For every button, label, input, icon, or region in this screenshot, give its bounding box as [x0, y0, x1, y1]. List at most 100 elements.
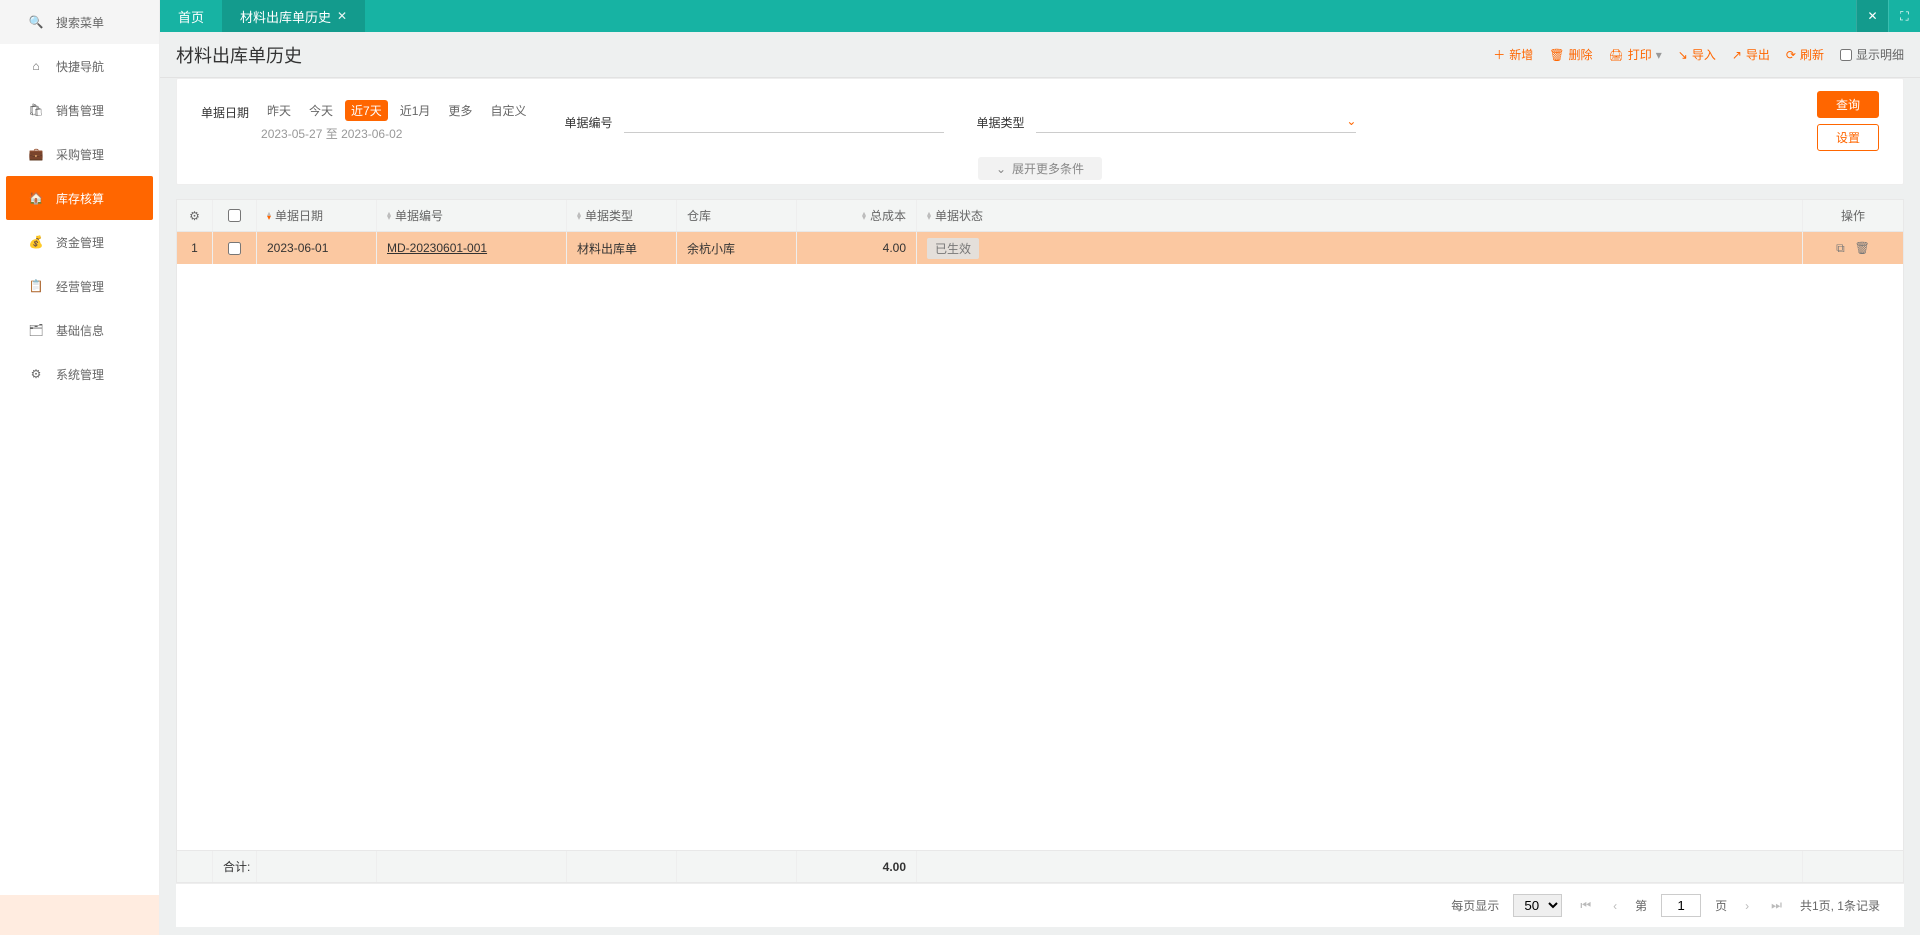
date-tag[interactable]: 近1月 — [394, 100, 437, 121]
date-tag[interactable]: 近7天 — [345, 100, 388, 121]
show-detail-checkbox[interactable] — [1840, 49, 1852, 61]
filter-no-group: 单据编号 — [564, 110, 944, 133]
cell-type: 材料出库单 — [567, 232, 677, 264]
search-icon: 🔍 — [28, 14, 44, 30]
col-date[interactable]: ▴▾单据日期 — [257, 200, 377, 231]
main-area: 首页 材料出库单历史✕ ✕ ⛶ 材料出库单历史 ＋新增 🗑删除 🖨打印▾ ↘导入… — [160, 0, 1920, 935]
pager-summary: 共1页, 1条记录 — [1800, 897, 1880, 914]
th-label: 单据编号 — [395, 207, 443, 224]
col-settings[interactable]: ⚙ — [177, 200, 213, 231]
next-page-button[interactable]: › — [1741, 899, 1753, 913]
sidebar-item-label: 基础信息 — [56, 322, 104, 339]
row-index: 1 — [177, 232, 213, 264]
sidebar-item-search[interactable]: 🔍搜索菜单 — [0, 0, 159, 44]
export-icon: ↗ — [1732, 48, 1742, 62]
copy-icon[interactable]: ⧉ — [1836, 241, 1845, 256]
page-input[interactable] — [1661, 894, 1701, 917]
doc-no-input[interactable] — [624, 110, 944, 133]
sidebar-footer — [0, 895, 159, 935]
cell-doc-no[interactable]: MD-20230601-001 — [377, 232, 567, 264]
tool-label: 新增 — [1509, 46, 1533, 63]
tool-label: 显示明细 — [1856, 46, 1904, 63]
show-detail-toggle[interactable]: 显示明细 — [1840, 46, 1904, 63]
sidebar-item-bag[interactable]: 🛍销售管理 — [0, 88, 159, 132]
filter-label: 单据编号 — [564, 110, 612, 131]
close-icon[interactable]: ✕ — [337, 9, 347, 23]
cell-warehouse: 余杭小库 — [677, 232, 797, 264]
import-icon: ↘ — [1678, 48, 1688, 62]
sidebar-item-gear[interactable]: ⚙系统管理 — [0, 352, 159, 396]
date-tag[interactable]: 更多 — [442, 100, 478, 121]
settings-button[interactable]: 设置 — [1817, 124, 1879, 151]
table-footer: 合计: 4.00 — [177, 850, 1903, 882]
select-all-checkbox[interactable] — [228, 209, 241, 222]
tool-label: 刷新 — [1800, 46, 1824, 63]
print-button[interactable]: 🖨打印▾ — [1608, 46, 1661, 63]
tool-label: 导入 — [1692, 46, 1716, 63]
tab-label: 材料出库单历史 — [240, 7, 331, 26]
sidebar-item-card[interactable]: 🗂 基础信息 — [0, 308, 159, 352]
col-cost[interactable]: ▴▾ 总成本 — [797, 200, 917, 231]
th-label: 仓库 — [687, 207, 711, 224]
filter-label: 单据日期 — [201, 100, 249, 121]
tab-close-button[interactable]: ✕ — [1856, 0, 1888, 32]
table-row[interactable]: 1 2023-06-01 MD-20230601-001 材料出库单 余杭小库 … — [177, 232, 1903, 264]
doc-type-select[interactable]: ⌄ — [1036, 110, 1356, 133]
tool-label: 打印 — [1628, 46, 1652, 63]
th-label: 总成本 — [870, 207, 906, 224]
sort-icon: ▴▾ — [862, 212, 866, 220]
search-button[interactable]: 查询 — [1817, 91, 1879, 118]
home-icon: ⌂ — [28, 58, 44, 74]
date-tag[interactable]: 今天 — [303, 100, 339, 121]
delete-icon[interactable]: 🗑 — [1855, 241, 1870, 256]
tab-material-history[interactable]: 材料出库单历史 ✕ — [222, 0, 365, 32]
export-button[interactable]: ↗ 导出 — [1732, 46, 1770, 63]
tab-label: 首页 — [178, 7, 204, 26]
filter-type-group: 单据类型 ⌄ — [976, 110, 1356, 133]
sidebar-item-coin[interactable]: 💰资金管理 — [0, 220, 159, 264]
sidebar-item-house[interactable]: 🏠 库存核算 — [6, 176, 153, 220]
row-checkbox[interactable] — [228, 242, 241, 255]
sidebar-item-label: 资金管理 — [56, 234, 104, 251]
sidebar-item-doc[interactable]: 📋经营管理 — [0, 264, 159, 308]
prev-page-button[interactable]: ‹ — [1609, 899, 1621, 913]
bag-icon: 🛍 — [28, 102, 44, 118]
date-tag[interactable]: 昨天 — [261, 100, 297, 121]
col-type[interactable]: ▴▾单据类型 — [567, 200, 677, 231]
tabbar: 首页 材料出库单历史 ✕ ✕ ⛶ — [160, 0, 1920, 32]
filter-bar: 单据日期 昨天今天近7天近1月更多自定义 2023-05-27 至 2023-0… — [176, 78, 1904, 185]
date-tag[interactable]: 自定义 — [484, 100, 532, 121]
cell-ops: ⧉ 🗑 — [1803, 232, 1903, 264]
import-button[interactable]: ↘ 导入 — [1678, 46, 1716, 63]
sidebar-item-case[interactable]: 💼 采购管理 — [0, 132, 159, 176]
sidebar-item-label: 快捷导航 — [56, 58, 104, 75]
expand-filters-button[interactable]: ⌄展开更多条件 — [978, 157, 1102, 180]
th-label: 单据状态 — [935, 207, 983, 224]
col-no[interactable]: ▴▾单据编号 — [377, 200, 567, 231]
date-range-text: 2023-05-27 至 2023-06-02 — [261, 125, 532, 142]
sidebar-item-home[interactable]: ⌂ 快捷导航 — [0, 44, 159, 88]
last-page-button[interactable]: ⏭ — [1767, 898, 1786, 913]
sidebar: 🔍搜索菜单 ⌂ 快捷导航 🛍销售管理 💼 采购管理 🏠 库存核算 💰资金管理📋经营管理 🗂 基础信息… — [0, 0, 160, 935]
fullscreen-button[interactable]: ⛶ — [1888, 0, 1920, 32]
tool-label: 删除 — [1568, 46, 1592, 63]
delete-button[interactable]: 🗑删除 — [1549, 46, 1592, 63]
sidebar-item-label: 库存核算 — [56, 190, 104, 207]
tool-label: 导出 — [1746, 46, 1770, 63]
sidebar-item-label: 采购管理 — [56, 146, 104, 163]
col-status[interactable]: ▴▾单据状态 — [917, 200, 1803, 231]
case-icon: 💼 — [28, 146, 44, 162]
card-icon: 🗂 — [28, 322, 44, 338]
tab-home[interactable]: 首页 — [160, 0, 222, 32]
data-table: ⚙ ▴▾单据日期 ▴▾单据编号 ▴▾单据类型 仓库 ▴▾总成本 ▴▾单据状态 操… — [176, 199, 1904, 883]
first-page-button[interactable]: ⏮ — [1576, 898, 1595, 913]
th-label: 单据日期 — [275, 207, 323, 224]
col-warehouse[interactable]: 仓库 — [677, 200, 797, 231]
house-icon: 🏠 — [28, 190, 44, 206]
refresh-button[interactable]: ⟳刷新 — [1786, 46, 1824, 63]
filter-date-group: 单据日期 昨天今天近7天近1月更多自定义 2023-05-27 至 2023-0… — [201, 100, 532, 142]
per-page-select[interactable]: 50 — [1513, 894, 1562, 917]
add-button[interactable]: ＋新增 — [1493, 46, 1533, 63]
footer-label: 合计: — [213, 851, 257, 882]
per-page-label: 每页显示 — [1451, 897, 1499, 914]
